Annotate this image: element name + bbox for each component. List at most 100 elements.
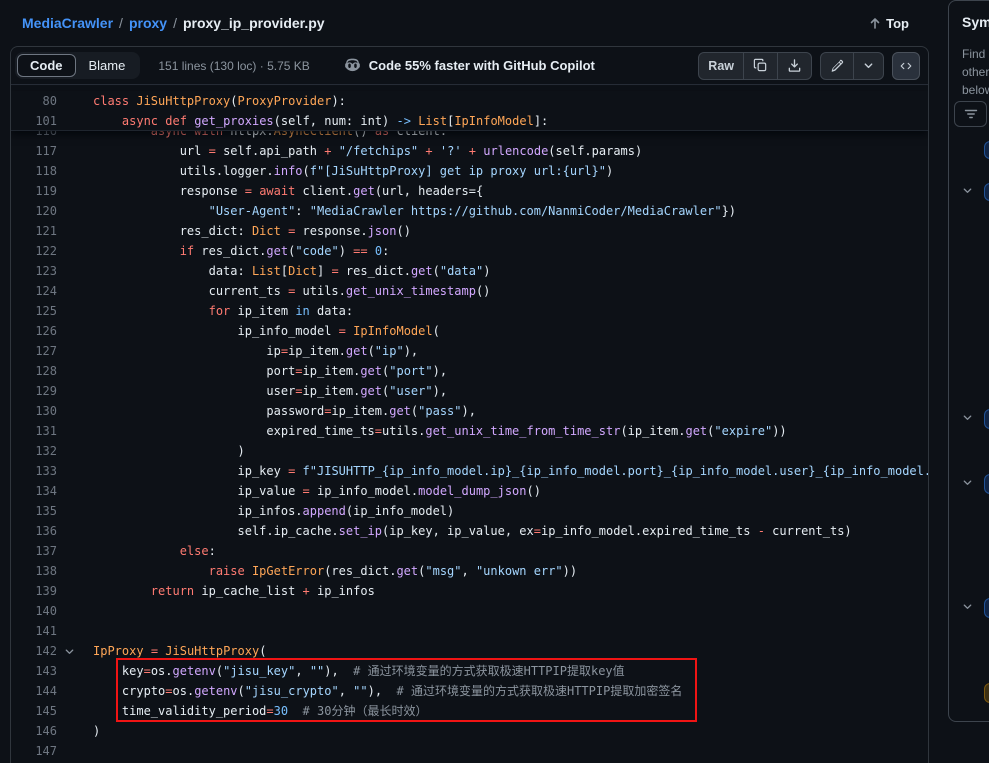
pencil-icon[interactable] bbox=[821, 53, 853, 79]
line-number[interactable]: 121 bbox=[11, 221, 57, 241]
code-text: else: bbox=[81, 541, 216, 561]
raw-button[interactable]: Raw bbox=[699, 53, 743, 79]
line-number[interactable]: 138 bbox=[11, 561, 57, 581]
line-number[interactable]: 131 bbox=[11, 421, 57, 441]
code-line: 80class JiSuHttpProxy(ProxyProvider): bbox=[11, 91, 928, 111]
line-number[interactable]: 140 bbox=[11, 601, 57, 621]
symbol-item[interactable] bbox=[984, 598, 989, 618]
line-number[interactable]: 122 bbox=[11, 241, 57, 261]
breadcrumb-separator: / bbox=[167, 15, 183, 31]
chevron-down-icon[interactable] bbox=[962, 185, 974, 197]
copilot-promo-link[interactable]: Code 55% faster with GitHub Copilot bbox=[369, 58, 595, 73]
line-number[interactable]: 117 bbox=[11, 141, 57, 161]
line-number[interactable]: 126 bbox=[11, 321, 57, 341]
code-text: current_ts = utils.get_unix_timestamp() bbox=[81, 281, 490, 301]
code-text bbox=[81, 601, 93, 621]
chevron-slot bbox=[57, 461, 81, 481]
line-number[interactable]: 141 bbox=[11, 621, 57, 641]
line-number[interactable]: 132 bbox=[11, 441, 57, 461]
line-number[interactable]: 124 bbox=[11, 281, 57, 301]
code-pane: 116 async with httpx.AsyncClient() as cl… bbox=[11, 86, 928, 763]
line-number[interactable]: 133 bbox=[11, 461, 57, 481]
code-text: ) bbox=[81, 721, 100, 741]
line-number[interactable]: 134 bbox=[11, 481, 57, 501]
code-line: 129 user=ip_item.get("user"), bbox=[11, 381, 928, 401]
chevron-down-icon[interactable] bbox=[64, 646, 75, 657]
chevron-slot bbox=[57, 141, 81, 161]
code-text: user=ip_item.get("user"), bbox=[81, 381, 447, 401]
breadcrumb-separator: / bbox=[113, 15, 129, 31]
chevron-slot bbox=[57, 501, 81, 521]
line-number[interactable]: 130 bbox=[11, 401, 57, 421]
line-number[interactable]: 123 bbox=[11, 261, 57, 281]
chevron-slot bbox=[57, 221, 81, 241]
code-text: time_validity_period=30 # 30分钟（最长时效） bbox=[81, 701, 427, 721]
chevron-slot bbox=[57, 741, 81, 761]
code-line: 144 crypto=os.getenv("jisu_crypto", ""),… bbox=[11, 681, 928, 701]
line-number[interactable]: 144 bbox=[11, 681, 57, 701]
chevron-slot bbox=[57, 421, 81, 441]
chevron-down-icon[interactable] bbox=[853, 53, 883, 79]
code-line: 143 key=os.getenv("jisu_key", ""), # 通过环… bbox=[11, 661, 928, 681]
line-number[interactable]: 129 bbox=[11, 381, 57, 401]
code-line: 142IpProxy = JiSuHttpProxy( bbox=[11, 641, 928, 661]
chevron-slot bbox=[57, 701, 81, 721]
code-text: res_dict: Dict = response.json() bbox=[81, 221, 411, 241]
code-text: url = self.api_path + "/fetchips" + '?' … bbox=[81, 141, 642, 161]
chevron-slot bbox=[57, 521, 81, 541]
code-text: utils.logger.info(f"[JiSuHttpProxy] get … bbox=[81, 161, 613, 181]
breadcrumb-repo-link[interactable]: MediaCrawler bbox=[22, 15, 113, 31]
tab-blame[interactable]: Blame bbox=[76, 54, 139, 77]
breadcrumb-dir-link[interactable]: proxy bbox=[129, 15, 167, 31]
line-number[interactable]: 139 bbox=[11, 581, 57, 601]
code-text: async def get_proxies(self, num: int) ->… bbox=[81, 111, 548, 131]
line-number[interactable]: 80 bbox=[11, 91, 57, 111]
line-number[interactable]: 145 bbox=[11, 701, 57, 721]
code-line: 137 else: bbox=[11, 541, 928, 561]
code-text: expired_time_ts=utils.get_unix_time_from… bbox=[81, 421, 787, 441]
chevron-down-icon[interactable] bbox=[962, 412, 974, 424]
back-to-top-button[interactable]: Top bbox=[869, 16, 909, 31]
code-line: 135 ip_infos.append(ip_info_model) bbox=[11, 501, 928, 521]
code-text: port=ip_item.get("port"), bbox=[81, 361, 447, 381]
symbol-item[interactable] bbox=[984, 183, 989, 201]
symbol-item[interactable] bbox=[984, 474, 989, 494]
line-number[interactable]: 137 bbox=[11, 541, 57, 561]
line-number[interactable]: 118 bbox=[11, 161, 57, 181]
code-line: 131 expired_time_ts=utils.get_unix_time_… bbox=[11, 421, 928, 441]
line-number[interactable]: 125 bbox=[11, 301, 57, 321]
chevron-slot bbox=[57, 441, 81, 461]
symbol-item[interactable] bbox=[984, 141, 989, 159]
line-number[interactable]: 101 bbox=[11, 111, 57, 131]
download-icon[interactable] bbox=[777, 53, 811, 79]
line-number[interactable]: 147 bbox=[11, 741, 57, 761]
line-number[interactable]: 143 bbox=[11, 661, 57, 681]
line-number[interactable]: 142 bbox=[11, 641, 57, 661]
code-symbols-toggle[interactable] bbox=[892, 52, 920, 80]
line-number[interactable]: 135 bbox=[11, 501, 57, 521]
code-text bbox=[81, 621, 93, 641]
chevron-down-icon[interactable] bbox=[962, 601, 974, 613]
collapse-chevron[interactable] bbox=[57, 641, 81, 661]
code-text: raise IpGetError(res_dict.get("msg", "un… bbox=[81, 561, 577, 581]
tab-code[interactable]: Code bbox=[17, 54, 76, 77]
file-view-container: Code Blame 151 lines (130 loc) · 5.75 KB… bbox=[10, 46, 929, 763]
top-button-label: Top bbox=[886, 16, 909, 31]
code-line: 117 url = self.api_path + "/fetchips" + … bbox=[11, 141, 928, 161]
line-number[interactable]: 136 bbox=[11, 521, 57, 541]
line-number[interactable]: 119 bbox=[11, 181, 57, 201]
copy-icon[interactable] bbox=[743, 53, 777, 79]
line-number[interactable]: 127 bbox=[11, 341, 57, 361]
line-number[interactable]: 128 bbox=[11, 361, 57, 381]
chevron-slot bbox=[57, 381, 81, 401]
code-text: ip_info_model = IpInfoModel( bbox=[81, 321, 440, 341]
code-text: data: List[Dict] = res_dict.get("data") bbox=[81, 261, 490, 281]
line-number[interactable]: 146 bbox=[11, 721, 57, 741]
chevron-down-icon[interactable] bbox=[962, 477, 974, 489]
code-text: crypto=os.getenv("jisu_crypto", ""), # 通… bbox=[81, 681, 682, 701]
line-number[interactable]: 120 bbox=[11, 201, 57, 221]
symbol-item[interactable] bbox=[984, 409, 989, 429]
chevron-slot bbox=[57, 721, 81, 741]
filter-icon[interactable] bbox=[954, 101, 987, 127]
symbol-item[interactable] bbox=[984, 683, 989, 703]
